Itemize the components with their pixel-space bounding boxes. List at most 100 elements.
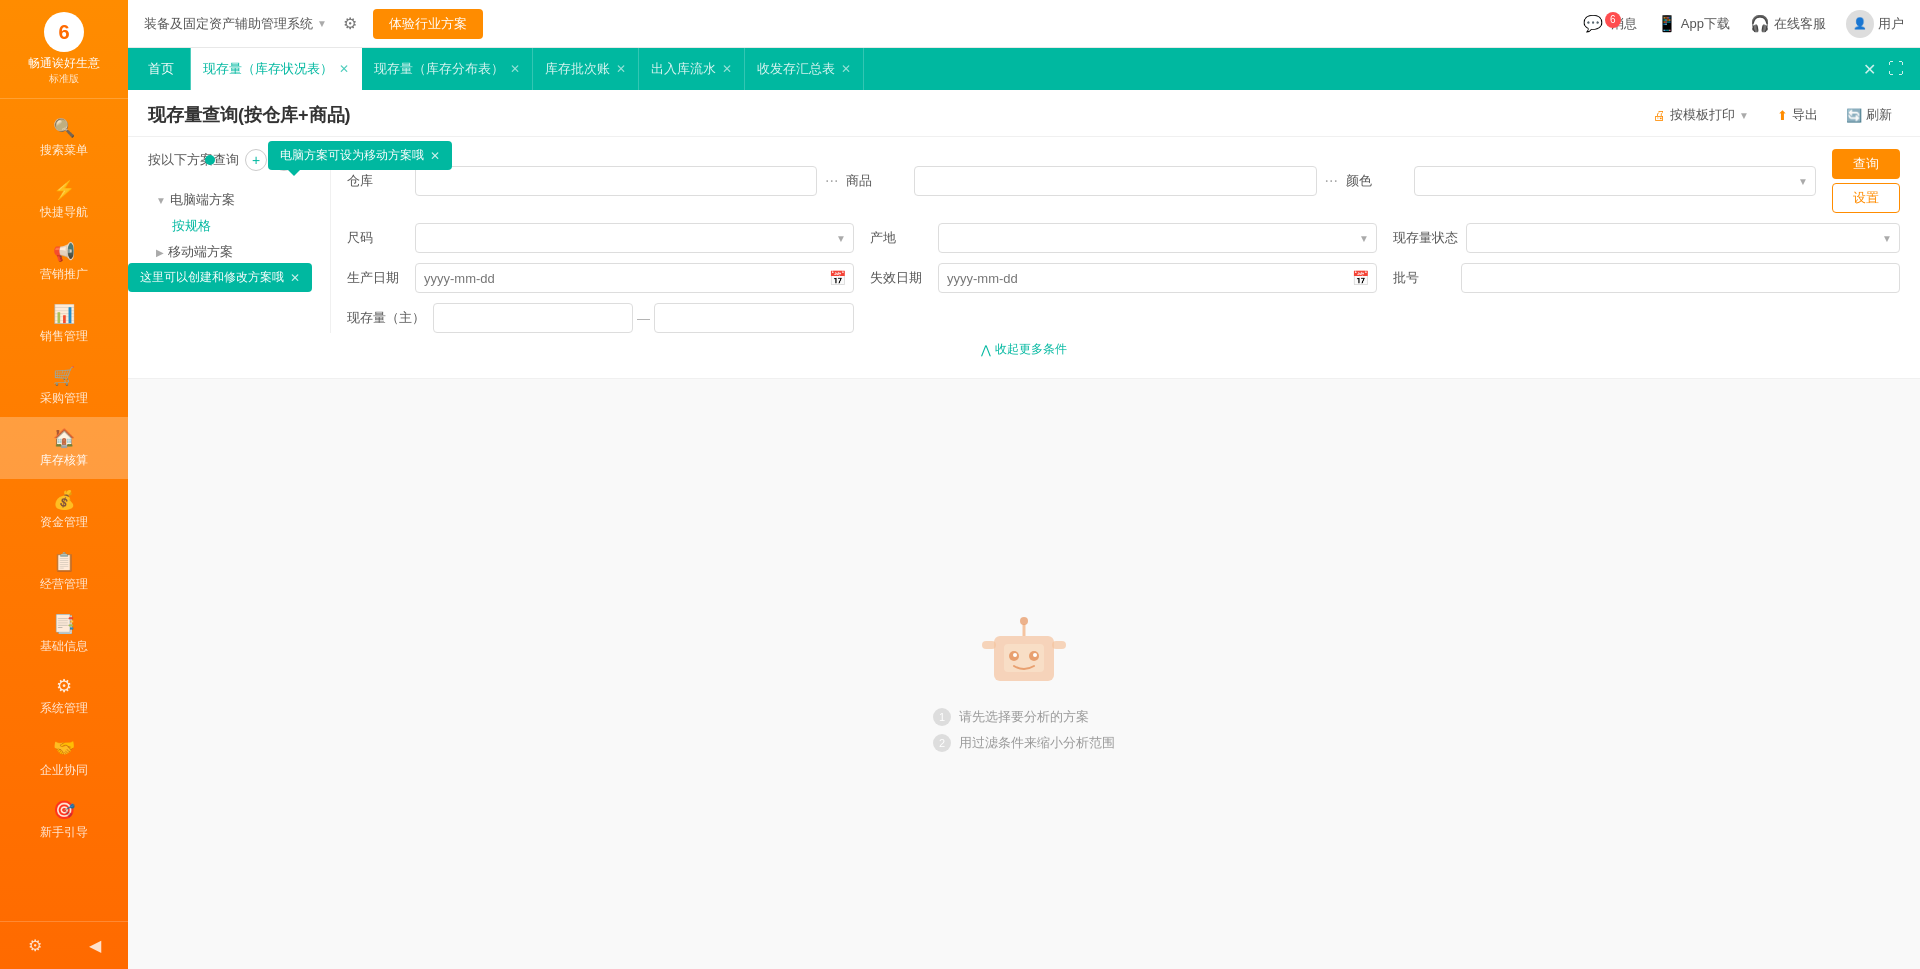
expand-btn[interactable]: ⛶ (1884, 56, 1908, 82)
color-label: 颜色 (1346, 172, 1406, 190)
stock-qty-min[interactable] (433, 303, 633, 333)
sidebar-item-sales[interactable]: 📊 销售管理 (0, 293, 128, 355)
page-header: 现存量查询(按仓库+商品) 🖨 按模板打印 ▼ ⬆ 导出 🔄 刷新 (128, 90, 1920, 137)
search-btn[interactable]: 查询 (1832, 149, 1900, 179)
empty-hint-1: 1 请先选择要分析的方案 (933, 708, 1115, 726)
sidebar-item-marketing[interactable]: 📢 营销推广 (0, 231, 128, 293)
produce-date-input[interactable] (415, 263, 854, 293)
refresh-btn[interactable]: 🔄 刷新 (1838, 102, 1900, 128)
filter-label: 按以下方案查询 (148, 151, 239, 169)
collapse-bar[interactable]: ⋀ 收起更多条件 (148, 333, 1900, 366)
expire-date-input[interactable] (938, 263, 1377, 293)
app-download-action[interactable]: 📱 App下载 (1657, 14, 1730, 33)
empty-hints: 1 请先选择要分析的方案 2 用过滤条件来缩小分析范围 (933, 708, 1115, 752)
stock-qty-max[interactable] (654, 303, 854, 333)
stock-status-select[interactable] (1466, 223, 1900, 253)
tab-close-icon[interactable]: ✕ (616, 62, 626, 76)
sidebar-item-label: 采购管理 (40, 390, 88, 407)
logo-badge: 标准版 (49, 72, 79, 86)
scheme-item-mobile[interactable]: ▶ 移动端方案 这里可以创建和修改方案哦 ✕ (148, 239, 318, 265)
add-scheme-btn[interactable]: + (245, 149, 267, 171)
color-select[interactable] (1414, 166, 1816, 196)
filter-row-4: 现存量（主） — (347, 303, 1900, 333)
tab-close-icon[interactable]: ✕ (722, 62, 732, 76)
tab-in-out-flow[interactable]: 出入库流水 ✕ (639, 48, 745, 90)
message-icon: 💬 (1583, 14, 1603, 33)
phone-icon: 📱 (1657, 14, 1677, 33)
sidebar-item-label: 资金管理 (40, 514, 88, 531)
export-btn[interactable]: ⬆ 导出 (1769, 102, 1826, 128)
empty-hint-2: 2 用过滤条件来缩小分析范围 (933, 734, 1115, 752)
sidebar-item-search[interactable]: 🔍 搜索菜单 (0, 107, 128, 169)
sidebar-item-system[interactable]: ⚙ 系统管理 (0, 665, 128, 727)
print-icon: 🖨 (1653, 108, 1666, 123)
goods-label: 商品 (846, 172, 906, 190)
batch-no-input[interactable] (1461, 263, 1900, 293)
tab-home[interactable]: 首页 (132, 48, 191, 90)
tab-close-icon[interactable]: ✕ (841, 62, 851, 76)
create-tooltip-close-btn[interactable]: ✕ (290, 271, 300, 285)
scheme-tree: ▼ 电脑端方案 按规格 ▶ 移动端方案 这里可以创建和修改方案哦 (148, 179, 318, 273)
filter-field-stock-qty: 现存量（主） — (347, 303, 854, 333)
chevron-down-icon: ▼ (1739, 110, 1749, 121)
arrow-icon: ▼ (156, 195, 166, 206)
filter-row-3: 生产日期 📅 失效日期 📅 (347, 263, 1900, 293)
size-select[interactable] (415, 223, 854, 253)
warehouse-dots[interactable]: ··· (825, 172, 838, 190)
sidebar-item-inventory[interactable]: 🏠 库存核算 (0, 417, 128, 479)
top-header: 装备及固定资产辅助管理系统 ▼ ⚙ 体验行业方案 💬 6 消息 📱 App下载 … (128, 0, 1920, 48)
scheme-item-pc[interactable]: ▼ 电脑端方案 (148, 187, 318, 213)
create-scheme-tooltip: 这里可以创建和修改方案哦 ✕ (128, 263, 312, 292)
print-btn[interactable]: 🖨 按模板打印 ▼ (1645, 102, 1757, 128)
filter-field-goods: 商品 (846, 166, 1316, 196)
sidebar-item-label: 快捷导航 (40, 204, 88, 221)
tooltip-close-btn[interactable]: ✕ (430, 149, 440, 163)
sidebar-item-finance[interactable]: 💰 资金管理 (0, 479, 128, 541)
tab-close-icon[interactable]: ✕ (510, 62, 520, 76)
scheme-panel: 按以下方案查询 + ↻ « 电脑方案可设为移动方案哦 ✕ (148, 149, 331, 333)
sidebar-item-label: 系统管理 (40, 700, 88, 717)
tab-batch-ledger[interactable]: 库存批次账 ✕ (533, 48, 639, 90)
tab-inventory-dist[interactable]: 现存量（库存分布表） ✕ (362, 48, 533, 90)
page-title: 现存量查询(按仓库+商品) (148, 103, 351, 127)
connector-dot (205, 155, 215, 165)
industry-btn[interactable]: 体验行业方案 (373, 9, 483, 39)
reset-btn[interactable]: 设置 (1832, 183, 1900, 213)
header-left: 装备及固定资产辅助管理系统 ▼ ⚙ 体验行业方案 (144, 9, 483, 39)
hint-number-2: 2 (933, 734, 951, 752)
scheme-item-pc-default[interactable]: 按规格 (148, 213, 318, 239)
tab-collect-summary[interactable]: 收发存汇总表 ✕ (745, 48, 864, 90)
sidebar-item-quick-nav[interactable]: ⚡ 快捷导航 (0, 169, 128, 231)
sidebar-item-basic[interactable]: 📑 基础信息 (0, 603, 128, 665)
support-action[interactable]: 🎧 在线客服 (1750, 14, 1826, 33)
tab-close-icon[interactable]: ✕ (339, 62, 349, 76)
logo-icon: 6 (44, 12, 84, 52)
main-content: 装备及固定资产辅助管理系统 ▼ ⚙ 体验行业方案 💬 6 消息 📱 App下载 … (128, 0, 1920, 969)
sidebar-item-guide[interactable]: 🎯 新手引导 (0, 789, 128, 851)
batch-no-label: 批号 (1393, 269, 1453, 287)
produce-date-label: 生产日期 (347, 269, 407, 287)
sidebar-item-purchase[interactable]: 🛒 采购管理 (0, 355, 128, 417)
sidebar-item-enterprise[interactable]: 🤝 企业协同 (0, 727, 128, 789)
sidebar-item-operations[interactable]: 📋 经营管理 (0, 541, 128, 603)
sidebar-nav: 🔍 搜索菜单 ⚡ 快捷导航 📢 营销推广 📊 销售管理 🛒 采购管理 🏠 库存核… (0, 99, 128, 921)
refresh-icon: 🔄 (1846, 108, 1862, 123)
sidebar-item-label: 搜索菜单 (40, 142, 88, 159)
sidebar-footer: ⚙ ◀ (0, 921, 128, 969)
tab-inventory-status[interactable]: 现存量（库存状况表） ✕ (191, 48, 362, 90)
origin-label: 产地 (870, 229, 930, 247)
close-all-tabs-btn[interactable]: ✕ (1859, 56, 1880, 83)
sidebar-settings-btn[interactable]: ⚙ (24, 932, 46, 959)
page-actions: 🖨 按模板打印 ▼ ⬆ 导出 🔄 刷新 (1645, 102, 1900, 128)
messages-action[interactable]: 💬 6 消息 (1583, 14, 1637, 33)
origin-select[interactable] (938, 223, 1377, 253)
system-title[interactable]: 装备及固定资产辅助管理系统 ▼ (144, 15, 327, 33)
enterprise-icon: 🤝 (53, 737, 75, 759)
user-action[interactable]: 👤 用户 (1846, 10, 1904, 38)
content-area: 1 请先选择要分析的方案 2 用过滤条件来缩小分析范围 (128, 379, 1920, 969)
goods-dots[interactable]: ··· (1325, 172, 1338, 190)
header-settings-btn[interactable]: ⚙ (339, 10, 361, 37)
purchase-icon: 🛒 (53, 365, 75, 387)
tab-bar: 首页 现存量（库存状况表） ✕ 现存量（库存分布表） ✕ 库存批次账 ✕ 出入库… (128, 48, 1920, 90)
sidebar-collapse-btn[interactable]: ◀ (85, 932, 105, 959)
